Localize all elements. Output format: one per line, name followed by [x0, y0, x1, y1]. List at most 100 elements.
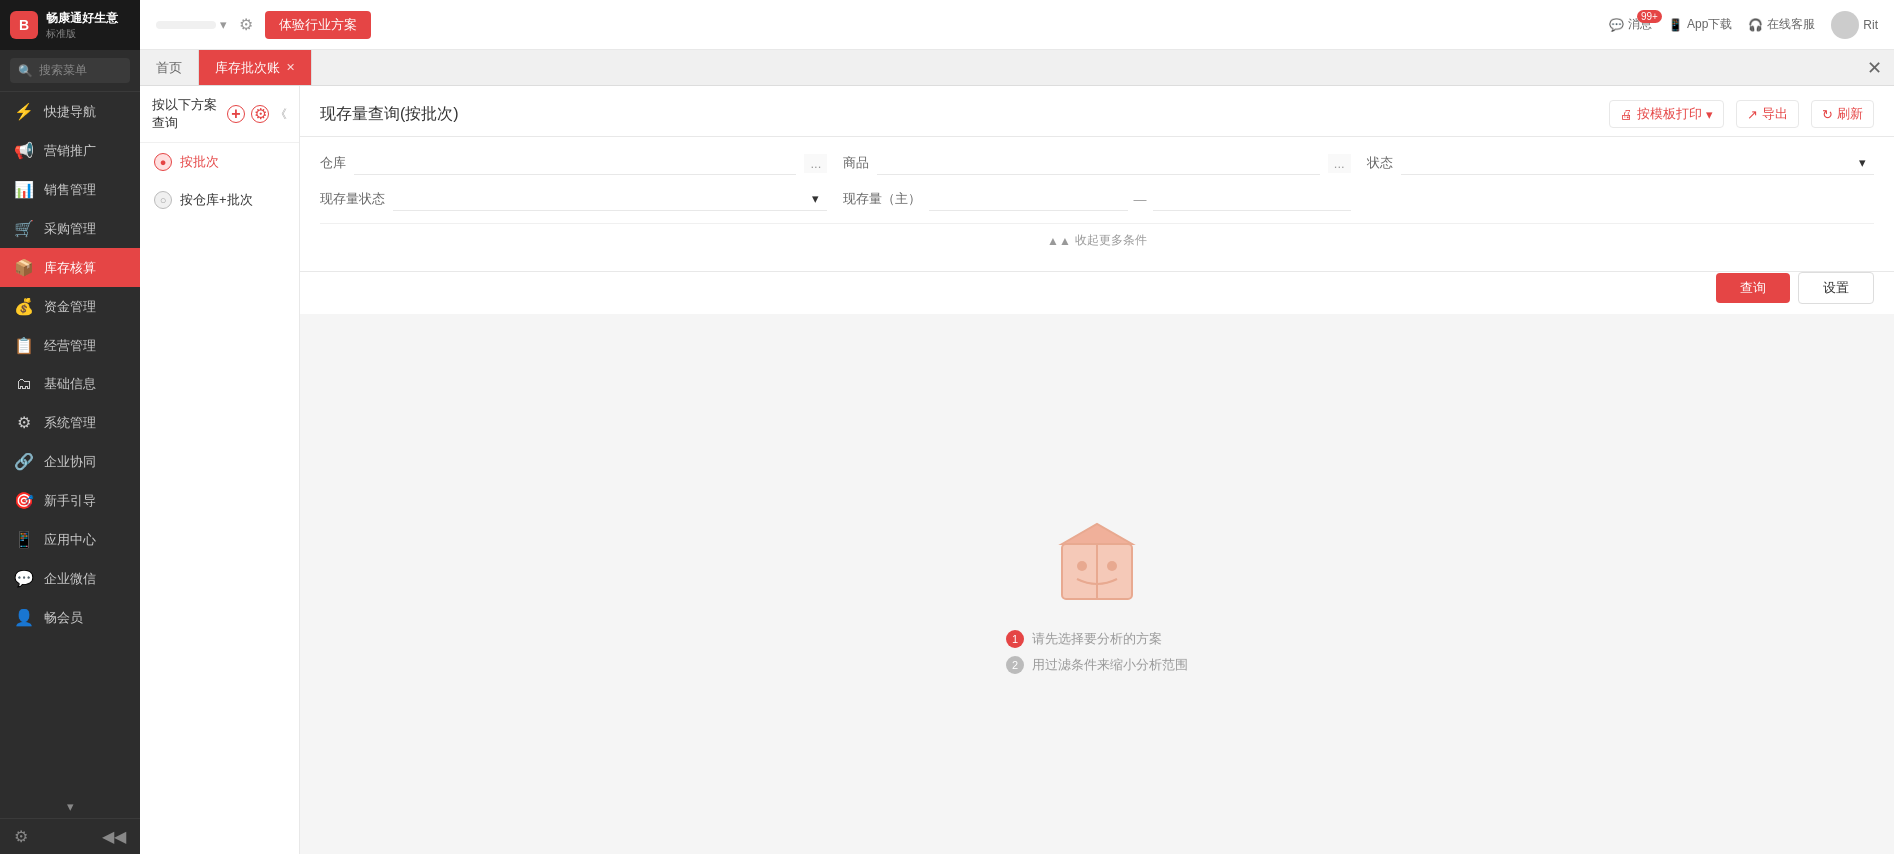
warehouse-filter: 仓库 ...: [320, 151, 827, 175]
app-download-label: App下载: [1687, 16, 1732, 33]
sidebar-item-purchase[interactable]: 🛒 采购管理: [0, 209, 140, 248]
topbar-gear-icon[interactable]: ⚙: [239, 15, 253, 34]
app-name: 畅康通好生意: [46, 10, 118, 27]
scheme-add-btn[interactable]: +: [227, 105, 245, 123]
experience-btn[interactable]: 体验行业方案: [265, 11, 371, 39]
online-service-label: 在线客服: [1767, 16, 1815, 33]
sidebar-item-marketing[interactable]: 📢 营销推广: [0, 131, 140, 170]
collapse-icon[interactable]: ◀◀: [102, 827, 126, 846]
status-filter: 状态 ▾: [1367, 151, 1874, 175]
quantity-min-input[interactable]: [929, 187, 1127, 211]
inventory-status-select[interactable]: ▾: [393, 187, 827, 211]
scheme-settings-btn[interactable]: ⚙: [251, 105, 269, 123]
empty-tip-2: 2 用过滤条件来缩小分析范围: [1006, 656, 1188, 674]
filter-row-1: 仓库 ... 商品 ... 状态 ▾: [320, 151, 1874, 175]
sidebar-item-quicknav[interactable]: ⚡ 快捷导航: [0, 92, 140, 131]
settings-button[interactable]: 设置: [1798, 272, 1874, 304]
query-button[interactable]: 查询: [1716, 273, 1790, 303]
goods-input[interactable]: [877, 151, 1319, 175]
goods-label: 商品: [843, 154, 869, 172]
goods-more-btn[interactable]: ...: [1328, 154, 1351, 173]
sidebar-item-label: 企业微信: [44, 570, 96, 588]
svg-marker-1: [1062, 524, 1132, 544]
sidebar-header: B 畅康通好生意 标准版: [0, 0, 140, 50]
sidebar-item-wechat[interactable]: 💬 企业微信: [0, 559, 140, 598]
sidebar-item-apps[interactable]: 📱 应用中心: [0, 520, 140, 559]
refresh-icon: ↻: [1822, 107, 1833, 122]
sidebar-item-label: 营销推广: [44, 142, 96, 160]
search-icon: 🔍: [18, 64, 33, 78]
page-title: 现存量查询(按批次): [320, 104, 459, 125]
topbar-search-box[interactable]: [156, 21, 216, 29]
sidebar-item-enterprise[interactable]: 🔗 企业协同: [0, 442, 140, 481]
sidebar-scroll-down[interactable]: ▾: [0, 795, 140, 818]
tabbar: 首页 库存批次账 ✕ ✕: [140, 50, 1894, 86]
quantity-range: —: [929, 187, 1350, 211]
tip-number-1: 1: [1006, 630, 1024, 648]
print-template-btn[interactable]: 🖨 按模板打印 ▾: [1609, 100, 1724, 128]
svg-point-6: [1107, 561, 1117, 571]
tabbar-global-close[interactable]: ✕: [1855, 57, 1894, 79]
scheme-panel: 按以下方案查询 + ⚙ 《 ● 按批次 ○ 按仓库+批次: [140, 86, 300, 854]
empty-tip-1: 1 请先选择要分析的方案: [1006, 630, 1188, 648]
inventory-icon: 📦: [14, 258, 34, 277]
filter-area: 仓库 ... 商品 ... 状态 ▾: [300, 137, 1894, 272]
action-row: 查询 设置: [300, 272, 1894, 314]
scheme-item-by-warehouse-batch[interactable]: ○ 按仓库+批次: [140, 181, 299, 219]
scheme-item-label: 按仓库+批次: [180, 191, 253, 209]
tab-inventory-batch[interactable]: 库存批次账 ✕: [199, 50, 312, 85]
sidebar-item-finance[interactable]: 💰 资金管理: [0, 287, 140, 326]
refresh-btn[interactable]: ↻ 刷新: [1811, 100, 1874, 128]
collapse-up-icon: ▲▲: [1047, 234, 1071, 248]
sidebar-item-newbie[interactable]: 🎯 新手引导: [0, 481, 140, 520]
sidebar-item-label: 销售管理: [44, 181, 96, 199]
sidebar-item-label: 新手引导: [44, 492, 96, 510]
sidebar-item-inventory[interactable]: 📦 库存核算: [0, 248, 140, 287]
status-select[interactable]: ▾: [1401, 151, 1874, 175]
sidebar-item-member[interactable]: 👤 畅会员: [0, 598, 140, 637]
app-download-btn[interactable]: 📱 App下载: [1668, 16, 1732, 33]
messages-btn[interactable]: 💬 消息 99+: [1609, 16, 1652, 33]
quicknav-icon: ⚡: [14, 102, 34, 121]
sidebar-item-system[interactable]: ⚙ 系统管理: [0, 403, 140, 442]
topbar-left: ▾ ⚙ 体验行业方案: [156, 11, 371, 39]
tab-home[interactable]: 首页: [140, 50, 199, 85]
page-content: 按以下方案查询 + ⚙ 《 ● 按批次 ○ 按仓库+批次 现存量查询(按批次): [140, 86, 1894, 854]
settings-icon[interactable]: ⚙: [14, 827, 28, 846]
sidebar-item-label: 应用中心: [44, 531, 96, 549]
topbar-dropdown-icon[interactable]: ▾: [220, 17, 227, 32]
filter-collapse-btn[interactable]: ▲▲ 收起更多条件: [320, 223, 1874, 257]
app-version: 标准版: [46, 27, 118, 41]
sidebar: B 畅康通好生意 标准版 🔍 搜索菜单 ⚡ 快捷导航 📢 营销推广 📊 销售管理…: [0, 0, 140, 854]
apps-icon: 📱: [14, 530, 34, 549]
sidebar-item-label: 企业协同: [44, 453, 96, 471]
topbar-search-area: ▾: [156, 17, 227, 32]
sidebar-item-basic[interactable]: 🗂 基础信息: [0, 365, 140, 403]
empty-illustration: [1037, 494, 1157, 614]
sidebar-item-label: 库存核算: [44, 259, 96, 277]
empty-state: 1 请先选择要分析的方案 2 用过滤条件来缩小分析范围: [300, 314, 1894, 854]
sidebar-search-area[interactable]: 🔍 搜索菜单: [0, 50, 140, 92]
sidebar-item-label: 资金管理: [44, 298, 96, 316]
quantity-max-input[interactable]: [1153, 187, 1351, 211]
tab-close-icon[interactable]: ✕: [286, 61, 295, 74]
topbar: ▾ ⚙ 体验行业方案 💬 消息 99+ 📱 App下载 🎧 在线客服 Rit: [140, 0, 1894, 50]
search-menu-input[interactable]: 🔍 搜索菜单: [10, 58, 130, 83]
dropdown-arrow-icon[interactable]: ▾: [1706, 107, 1713, 122]
tip-text-1: 请先选择要分析的方案: [1032, 630, 1162, 648]
close-icon: ✕: [1867, 57, 1882, 79]
sidebar-item-label: 采购管理: [44, 220, 96, 238]
warehouse-more-btn[interactable]: ...: [804, 154, 827, 173]
ops-icon: 📋: [14, 336, 34, 355]
export-btn[interactable]: ↗ 导出: [1736, 100, 1799, 128]
sidebar-item-ops[interactable]: 📋 经营管理: [0, 326, 140, 365]
warehouse-input[interactable]: [354, 151, 796, 175]
export-icon: ↗: [1747, 107, 1758, 122]
sidebar-item-sales[interactable]: 📊 销售管理: [0, 170, 140, 209]
user-area[interactable]: Rit: [1831, 11, 1878, 39]
scheme-item-by-batch[interactable]: ● 按批次: [140, 143, 299, 181]
online-service-btn[interactable]: 🎧 在线客服: [1748, 16, 1815, 33]
headset-icon: 🎧: [1748, 18, 1763, 32]
warehouse-label: 仓库: [320, 154, 346, 172]
scheme-collapse-btn[interactable]: 《: [275, 106, 287, 123]
